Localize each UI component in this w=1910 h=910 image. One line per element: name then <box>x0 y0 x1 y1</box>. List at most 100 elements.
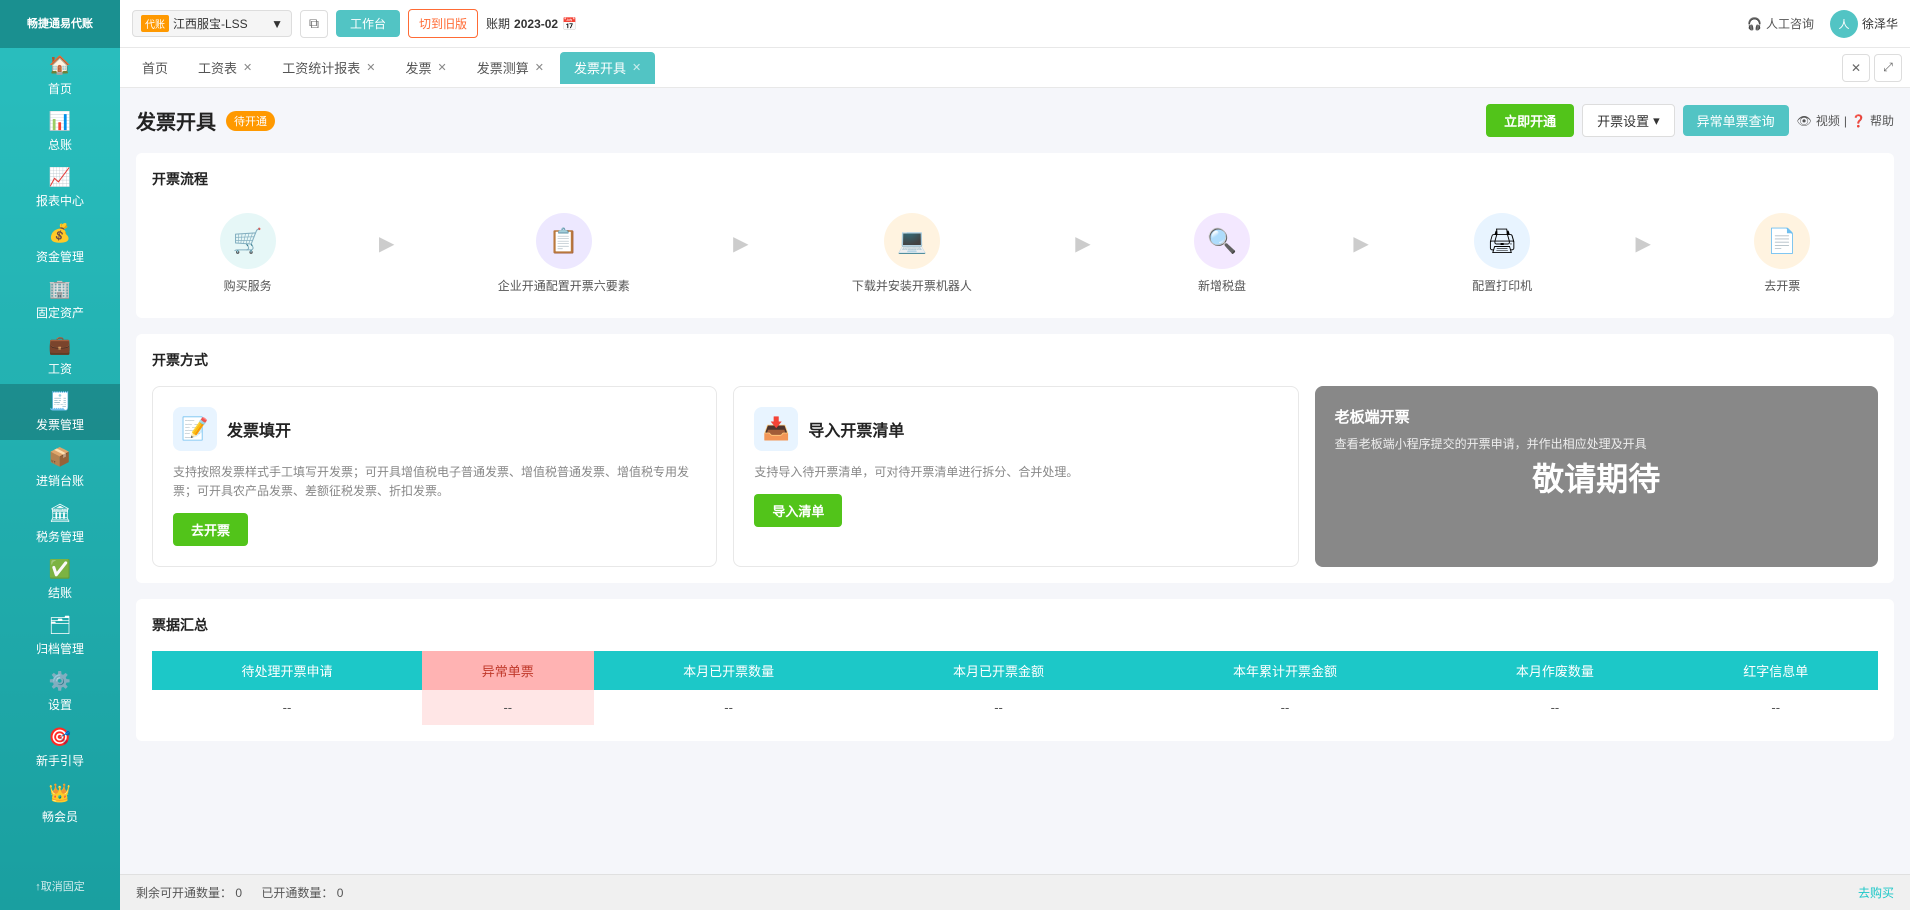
tab-home[interactable]: 首页 <box>128 52 182 84</box>
tab-invoice-open-close-icon[interactable]: ✕ <box>632 61 641 74</box>
ledger-icon: 📊 <box>49 111 71 132</box>
trading-icon: 📦 <box>49 447 71 468</box>
sidebar-item-trading[interactable]: 📦 进销台账 <box>0 440 120 496</box>
sidebar-item-home[interactable]: 🏠 首页 <box>0 48 120 104</box>
salary-icon: 💼 <box>49 335 71 356</box>
sidebar-item-archive[interactable]: 🗂 归档管理 <box>0 608 120 664</box>
sidebar-item-ledger[interactable]: 📊 总账 <box>0 104 120 160</box>
issue-label: 去开票 <box>1764 277 1800 294</box>
arrow-3: ▶ <box>1075 231 1090 256</box>
sidebar-item-funds[interactable]: 💰 资金管理 <box>0 216 120 272</box>
summary-table-header: 待处理开票申请 异常单票 本月已开票数量 本月已开票金额 本年累计开票金额 本月… <box>152 651 1878 690</box>
issue-icon: 📄 <box>1754 213 1810 269</box>
user-info[interactable]: 人 徐泽华 <box>1830 10 1898 38</box>
tab-expand-icon[interactable]: ⤢ <box>1874 54 1902 82</box>
taxdisk-icon: 🔍 <box>1194 213 1250 269</box>
tab-salary-sheet[interactable]: 工资表 ✕ <box>184 52 266 84</box>
company-selector[interactable]: 代账 江西服宝-LSS ▼ <box>132 10 292 37</box>
company-name: 江西服宝-LSS <box>173 15 248 32</box>
col-year-amount: 本年累计开票金额 <box>1134 651 1437 690</box>
arrow-1: ▶ <box>379 231 394 256</box>
sidebar-label-reports: 报表中心 <box>36 192 84 209</box>
summary-table: 待处理开票申请 异常单票 本月已开票数量 本月已开票金额 本年累计开票金额 本月… <box>152 651 1878 725</box>
sidebar-item-salary[interactable]: 💼 工资 <box>0 328 120 384</box>
old-version-button[interactable]: 切到旧版 <box>408 9 478 38</box>
tab-invoice-calc[interactable]: 发票测算 ✕ <box>463 52 558 84</box>
sidebar-label-funds: 资金管理 <box>36 248 84 265</box>
sidebar-item-assets[interactable]: 🏢 固定资产 <box>0 272 120 328</box>
help-area: 👁 视频 | ❓ 帮助 <box>1797 112 1894 129</box>
open-settings-label: 开票设置 <box>1597 111 1649 130</box>
old-platform-card: 老板端开票 查看老板端小程序提交的开票申请，并作出相应处理及开具 敬请期待 <box>1315 386 1878 567</box>
flow-section-title: 开票流程 <box>152 169 1878 189</box>
sidebar-bottom: ↑取消固定 <box>0 862 120 910</box>
buy-service-icon: 🛒 <box>220 213 276 269</box>
col-pending: 待处理开票申请 <box>152 651 422 690</box>
sidebar-item-reports[interactable]: 📈 报表中心 <box>0 160 120 216</box>
import-list-button[interactable]: 导入清单 <box>754 494 842 527</box>
workbench-button[interactable]: 工作台 <box>336 10 400 37</box>
sidebar-item-member[interactable]: 👑 畅会员 <box>0 776 120 832</box>
headset-icon: 🎧 <box>1747 17 1762 31</box>
arrow-5: ▶ <box>1636 231 1651 256</box>
manual-fill-header: 📝 发票填开 <box>173 407 696 451</box>
status-badge: 待开通 <box>226 111 275 131</box>
help-label: 帮助 <box>1870 112 1894 129</box>
app-logo: 畅捷通易代账 <box>0 0 120 48</box>
cell-month-amount: -- <box>864 690 1134 725</box>
cell-year-amount: -- <box>1134 690 1437 725</box>
tab-close-window-icon[interactable]: ✕ <box>1842 54 1870 82</box>
consultant-button[interactable]: 🎧 人工咨询 <box>1747 15 1814 32</box>
open-now-button[interactable]: 立即开通 <box>1486 104 1574 137</box>
old-platform-desc: 查看老板端小程序提交的开票申请，并作出相应处理及开具 <box>1335 435 1858 454</box>
archive-icon: 🗂 <box>49 615 72 636</box>
period-label: 账期 <box>486 15 510 32</box>
printer-icon: 🖨 <box>1474 213 1530 269</box>
summary-section-title: 票据汇总 <box>152 615 1878 635</box>
page-header: 发票开具 待开通 立即开通 开票设置 ▾ 异常单票查询 👁 视频 | ❓ 帮助 <box>136 104 1894 137</box>
sidebar-item-settings[interactable]: ⚙️ 设置 <box>0 664 120 720</box>
sidebar-item-tax[interactable]: 🏛 税务管理 <box>0 496 120 552</box>
sidebar-label-guide: 新手引导 <box>36 752 84 769</box>
sidebar-item-close-account[interactable]: ✅ 结账 <box>0 552 120 608</box>
copy-icon[interactable]: ⧉ <box>300 10 328 38</box>
main-area: 代账 江西服宝-LSS ▼ ⧉ 工作台 切到旧版 账期 2023-02 📅 🎧 … <box>120 0 1910 910</box>
sidebar-item-invoice[interactable]: 🧾 发票管理 <box>0 384 120 440</box>
printer-label: 配置打印机 <box>1472 277 1532 294</box>
unpin-label: ↑取消固定 <box>35 878 85 894</box>
tax-icon: 🏛 <box>49 503 72 524</box>
period-info: 账期 2023-02 📅 <box>486 15 577 32</box>
tab-invoice[interactable]: 发票 ✕ <box>391 52 460 84</box>
tab-home-label: 首页 <box>142 58 168 77</box>
calendar-icon: 📅 <box>562 17 577 31</box>
home-icon: 🏠 <box>49 55 71 76</box>
flow-step-issue[interactable]: 📄 去开票 <box>1754 213 1810 294</box>
dropdown-icon: ▼ <box>271 17 283 31</box>
flow-step-taxdisk[interactable]: 🔍 新增税盘 <box>1194 213 1250 294</box>
config-label: 企业开通配置开票六要素 <box>498 277 630 294</box>
sidebar-item-guide[interactable]: 🎯 新手引导 <box>0 720 120 776</box>
buy-link[interactable]: 去购买 <box>1858 884 1894 901</box>
old-platform-header: 老板端开票 查看老板端小程序提交的开票申请，并作出相应处理及开具 <box>1335 406 1858 454</box>
unpin-button[interactable]: ↑取消固定 <box>0 862 120 910</box>
flow-step-config[interactable]: 📋 企业开通配置开票六要素 <box>498 213 630 294</box>
tab-invoice-open[interactable]: 发票开具 ✕ <box>560 52 655 84</box>
tab-salary-stats[interactable]: 工资统计报表 ✕ <box>268 52 389 84</box>
flow-step-download[interactable]: 💻 下载并安装开票机器人 <box>852 213 972 294</box>
tabs-right: ✕ ⤢ <box>1842 54 1902 82</box>
topbar-right: 🎧 人工咨询 人 徐泽华 <box>1747 10 1898 38</box>
open-settings-button[interactable]: 开票设置 ▾ <box>1582 104 1675 137</box>
funds-icon: 💰 <box>49 223 71 244</box>
tab-salary-sheet-close-icon[interactable]: ✕ <box>243 61 252 74</box>
flow-step-buy[interactable]: 🛒 购买服务 <box>220 213 276 294</box>
flow-step-printer[interactable]: 🖨 配置打印机 <box>1472 213 1532 294</box>
cell-pending: -- <box>152 690 422 725</box>
abnormal-query-button[interactable]: 异常单票查询 <box>1683 105 1789 136</box>
go-issue-button[interactable]: 去开票 <box>173 513 248 546</box>
close-account-icon: ✅ <box>49 559 71 580</box>
tab-invoice-calc-close-icon[interactable]: ✕ <box>535 61 544 74</box>
tab-invoice-close-icon[interactable]: ✕ <box>438 61 447 74</box>
topbar-left: 代账 江西服宝-LSS ▼ ⧉ 工作台 切到旧版 账期 2023-02 📅 <box>132 9 577 38</box>
tab-salary-stats-close-icon[interactable]: ✕ <box>366 61 375 74</box>
sidebar-label-close-account: 结账 <box>48 584 72 601</box>
